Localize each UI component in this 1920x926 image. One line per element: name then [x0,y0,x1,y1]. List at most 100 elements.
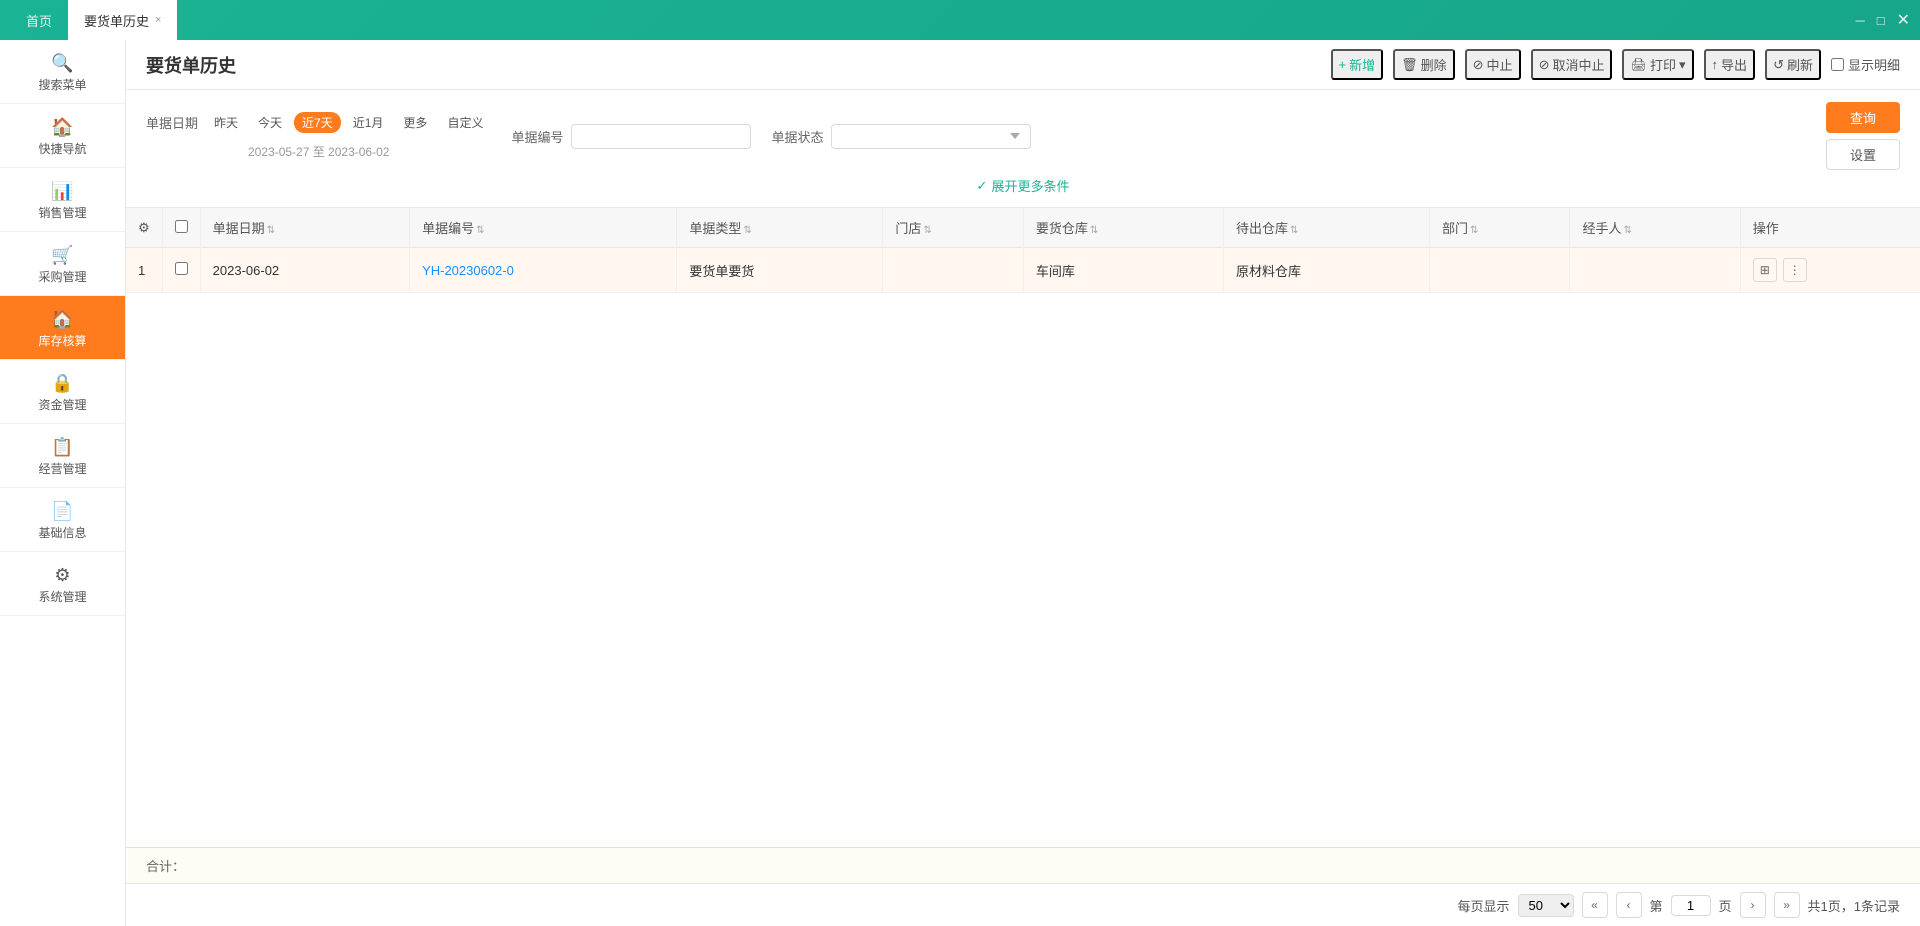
display-toggle-checkbox[interactable] [1831,58,1844,71]
main-layout: 🔍 搜索菜单 🏠 快捷导航 📊 销售管理 🛒 采购管理 🏠 库存核算 🔒 资金管… [0,40,1920,926]
doc-status-select[interactable] [831,124,1031,149]
date-btn-1month[interactable]: 近1月 [345,112,392,133]
chevron-down-icon: ✓ [977,178,988,194]
sidebar-item-quicknav-label: 快捷导航 [38,140,86,157]
th-date[interactable]: 单据日期⇅ [200,208,409,248]
select-all-checkbox[interactable] [175,220,188,233]
th-checkbox [162,208,200,248]
window-maximize-icon[interactable]: □ [1877,13,1885,28]
first-page-button[interactable]: « [1582,892,1608,918]
sidebar-item-base-info-label: 基础信息 [38,524,86,541]
expand-more[interactable]: ✓ 展开更多条件 [146,176,1900,195]
date-range-text: 2023-05-27 至 2023-06-02 [248,143,389,160]
cell-number[interactable]: YH-20230602-0 [410,248,677,293]
date-buttons: 昨天 今天 近7天 近1月 更多 自定义 [206,112,491,133]
content-area: 要货单历史 + 新增 🗑 删除 ⊘ 中止 ⊘ 取消中止 [126,40,1920,926]
sidebar-item-sales[interactable]: 📊 销售管理 [0,168,125,232]
page-title: 要货单历史 [146,52,236,78]
stop-icon: ⊘ [1473,57,1484,73]
date-btn-today[interactable]: 今天 [250,112,290,133]
cancel-stop-label: 取消中止 [1552,55,1604,74]
table-row: 1 2023-06-02 YH-20230602-0 要货单要货 车间库 原材料… [126,248,1920,293]
th-handler[interactable]: 经手人⇅ [1570,208,1740,248]
th-store[interactable]: 门店⇅ [883,208,1024,248]
cell-action: ⊞ ⋮ [1740,248,1920,293]
cell-checkbox[interactable] [162,248,200,293]
row-more-icon[interactable]: ⋮ [1783,258,1807,282]
doc-number-input[interactable] [571,124,751,149]
sidebar-item-operations[interactable]: 📋 经营管理 [0,424,125,488]
sidebar-item-operations-label: 经营管理 [38,460,86,477]
table-area: ⚙ 单据日期⇅ 单据编号⇅ 单据类型⇅ [126,208,1920,847]
export-icon: ↑ [1712,57,1719,72]
toolbar: + 新增 🗑 删除 ⊘ 中止 ⊘ 取消中止 🖨 打印 [1331,49,1901,80]
action-buttons: 查询 设置 [1826,102,1900,170]
th-pending-warehouse[interactable]: 待出仓库⇅ [1223,208,1429,248]
inventory-icon: 🏠 [51,310,73,328]
cell-dept [1429,248,1570,293]
sort-number-icon: ⇅ [476,225,484,236]
display-toggle-label: 显示明细 [1848,55,1900,74]
prev-page-button[interactable]: ‹ [1616,892,1642,918]
query-button[interactable]: 查询 [1826,102,1900,133]
date-btn-custom[interactable]: 自定义 [439,112,491,133]
window-minimize-icon[interactable]: ─ [1856,13,1865,28]
cell-date: 2023-06-02 [200,248,409,293]
filter-area: 单据日期 昨天 今天 近7天 近1月 更多 自定义 2023-05-27 至 2… [126,90,1920,208]
cancel-stop-button[interactable]: ⊘ 取消中止 [1531,49,1613,80]
sidebar: 🔍 搜索菜单 🏠 快捷导航 📊 销售管理 🛒 采购管理 🏠 库存核算 🔒 资金管… [0,40,126,926]
new-button[interactable]: + 新增 [1331,49,1384,80]
th-action: 操作 [1740,208,1920,248]
cell-handler [1570,248,1740,293]
delete-icon: 🗑 [1401,57,1418,73]
sidebar-item-base-info[interactable]: 📄 基础信息 [0,488,125,552]
page-number-input[interactable] [1671,895,1711,916]
stop-label: 中止 [1487,55,1513,74]
th-dept[interactable]: 部门⇅ [1429,208,1570,248]
display-toggle[interactable]: 显示明细 [1831,55,1900,74]
top-bar-right: ─ □ ✕ [1856,10,1910,30]
new-label: 新增 [1349,55,1375,74]
th-gear[interactable]: ⚙ [126,208,162,248]
sidebar-item-quicknav[interactable]: 🏠 快捷导航 [0,104,125,168]
delete-button[interactable]: 🗑 删除 [1393,49,1455,80]
purchase-icon: 🛒 [51,246,73,264]
tab-home[interactable]: 首页 [10,0,68,40]
sidebar-item-purchase[interactable]: 🛒 采购管理 [0,232,125,296]
th-warehouse[interactable]: 要货仓库⇅ [1023,208,1223,248]
sidebar-item-sales-label: 销售管理 [38,204,86,221]
sort-store-icon: ⇅ [923,225,931,236]
close-tab-icon[interactable]: × [155,14,161,26]
per-page-label: 每页显示 [1457,896,1509,915]
th-number[interactable]: 单据编号⇅ [410,208,677,248]
refresh-icon: ↺ [1773,57,1784,73]
th-type[interactable]: 单据类型⇅ [677,208,883,248]
page-header: 要货单历史 + 新增 🗑 删除 ⊘ 中止 ⊘ 取消中止 [126,40,1920,90]
refresh-button[interactable]: ↺ 刷新 [1765,49,1821,80]
print-label: 打印 [1650,55,1676,74]
home-icon: 🏠 [51,118,73,136]
pagination: 每页显示 50 100 « ‹ 第 页 › » 共1页，1条记录 [126,883,1920,926]
export-button[interactable]: ↑ 导出 [1704,49,1756,80]
date-btn-7days[interactable]: 近7天 [294,112,341,133]
print-icon: 🖨 [1630,57,1647,73]
sidebar-item-search[interactable]: 🔍 搜索菜单 [0,40,125,104]
settings-button[interactable]: 设置 [1826,139,1900,170]
print-button[interactable]: 🖨 打印 ▾ [1622,49,1693,80]
sidebar-item-finance[interactable]: 🔒 资金管理 [0,360,125,424]
window-close-icon[interactable]: ✕ [1897,10,1910,30]
sidebar-item-system[interactable]: ⚙ 系统管理 [0,552,125,616]
date-btn-yesterday[interactable]: 昨天 [206,112,246,133]
sidebar-item-system-label: 系统管理 [38,588,86,605]
date-btn-more[interactable]: 更多 [395,112,435,133]
table-body: 1 2023-06-02 YH-20230602-0 要货单要货 车间库 原材料… [126,248,1920,293]
next-page-button[interactable]: › [1740,892,1766,918]
refresh-label: 刷新 [1787,55,1813,74]
export-label: 导出 [1721,55,1747,74]
per-page-select[interactable]: 50 100 [1518,894,1574,917]
tab-order-history[interactable]: 要货单历史 × [68,0,177,40]
last-page-button[interactable]: » [1774,892,1800,918]
stop-button[interactable]: ⊘ 中止 [1465,49,1521,80]
row-view-icon[interactable]: ⊞ [1753,258,1777,282]
sidebar-item-inventory[interactable]: 🏠 库存核算 [0,296,125,360]
